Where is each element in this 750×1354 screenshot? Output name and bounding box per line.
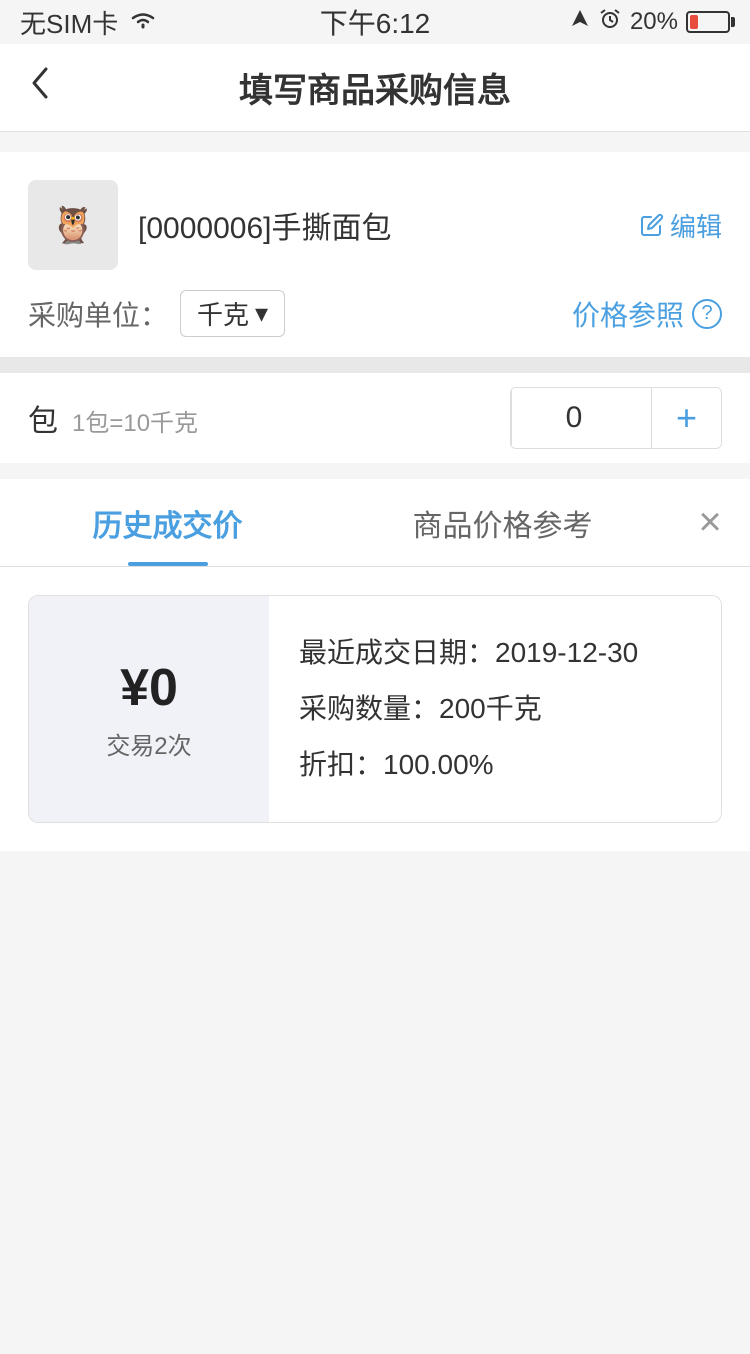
edit-button[interactable]: 编辑 (640, 207, 722, 244)
unit-dropdown[interactable]: 千克 ▾ (180, 290, 285, 337)
navbar: 填写商品采购信息 (0, 44, 750, 132)
date-value: 2019-12-30 (495, 637, 638, 668)
quantity-input-group: + (510, 387, 722, 449)
tab-history-price[interactable]: 历史成交价 (0, 479, 335, 566)
location-icon (570, 8, 590, 37)
unit-label-text: 采购单位： (28, 294, 168, 334)
back-button[interactable] (28, 63, 52, 112)
product-left: 🦉 [0000006]手撕面包 (28, 180, 391, 270)
product-card: 🦉 [0000006]手撕面包 编辑 采购单位： 千克 ▾ (0, 152, 750, 357)
alarm-icon (598, 7, 622, 38)
tab-price-ref-label: 商品价格参考 (413, 501, 593, 545)
section-divider (0, 357, 750, 373)
history-details: 最近成交日期：2019-12-30 采购数量：200千克 折扣：100.00% (269, 596, 721, 822)
product-thumbnail: 🦉 (28, 180, 118, 270)
price-ref-help-icon: ? (692, 299, 722, 329)
quantity-input[interactable] (511, 388, 651, 448)
quantity-plus-button[interactable]: + (651, 388, 721, 448)
purchase-quantity: 采购数量：200千克 (299, 688, 691, 730)
tab-close-button[interactable]: × (670, 479, 750, 567)
discount-info: 折扣：100.00% (299, 744, 691, 786)
tab-history-label: 历史成交价 (93, 501, 243, 545)
price-reference-button[interactable]: 价格参照 ? (572, 294, 722, 334)
plus-icon: + (676, 397, 697, 439)
battery-pct: 20% (630, 8, 678, 36)
carrier-text: 无SIM卡 (20, 4, 118, 41)
tab-content: ¥0 交易2次 最近成交日期：2019-12-30 采购数量：200千克 折扣：… (0, 567, 750, 851)
date-label: 最近成交日期： (299, 637, 495, 668)
history-card: ¥0 交易2次 最近成交日期：2019-12-30 采购数量：200千克 折扣：… (28, 595, 722, 823)
history-price-summary: ¥0 交易2次 (29, 596, 269, 822)
trade-count: 交易2次 (106, 726, 191, 761)
product-top: 🦉 [0000006]手撕面包 编辑 (28, 180, 722, 270)
battery-icon (686, 11, 730, 33)
edit-label: 编辑 (670, 207, 722, 244)
thumbnail-icon: 🦉 (51, 204, 96, 246)
history-price-value: ¥0 (120, 658, 178, 718)
quantity-unit: 包 (28, 396, 58, 440)
discount-label: 折扣： (299, 749, 383, 780)
qty-value: 200千克 (439, 693, 542, 724)
price-ref-label: 价格参照 (572, 294, 684, 334)
discount-value: 100.00% (383, 749, 494, 780)
wifi-icon (128, 7, 158, 38)
quantity-conversion: 1包=10千克 (72, 403, 198, 438)
status-left: 无SIM卡 (20, 4, 158, 41)
product-name: [0000006]手撕面包 (138, 203, 391, 247)
dropdown-arrow-icon: ▾ (255, 298, 268, 329)
status-time: 下午6:12 (320, 2, 431, 42)
currency-symbol: ¥ (120, 659, 149, 717)
tab-area: 历史成交价 商品价格参考 × ¥0 交易2次 (0, 479, 750, 851)
status-right: 20% (570, 7, 730, 38)
status-bar: 无SIM卡 下午6:12 20% (0, 0, 750, 44)
page-title: 填写商品采购信息 (239, 63, 511, 112)
quantity-label: 包 1包=10千克 (28, 396, 198, 440)
transaction-date: 最近成交日期：2019-12-30 (299, 632, 691, 674)
quantity-row: 包 1包=10千克 + (0, 373, 750, 463)
tab-active-underline (128, 562, 208, 566)
product-bottom: 采购单位： 千克 ▾ 价格参照 ? (28, 290, 722, 337)
price-number: 0 (149, 659, 178, 717)
product-unit: 采购单位： 千克 ▾ (28, 290, 285, 337)
unit-value: 千克 (197, 295, 249, 332)
qty-label: 采购数量： (299, 693, 439, 724)
tab-price-reference[interactable]: 商品价格参考 (335, 479, 670, 566)
main-content: 🦉 [0000006]手撕面包 编辑 采购单位： 千克 ▾ (0, 152, 750, 1354)
tab-header: 历史成交价 商品价格参考 × (0, 479, 750, 567)
close-icon: × (698, 500, 721, 545)
